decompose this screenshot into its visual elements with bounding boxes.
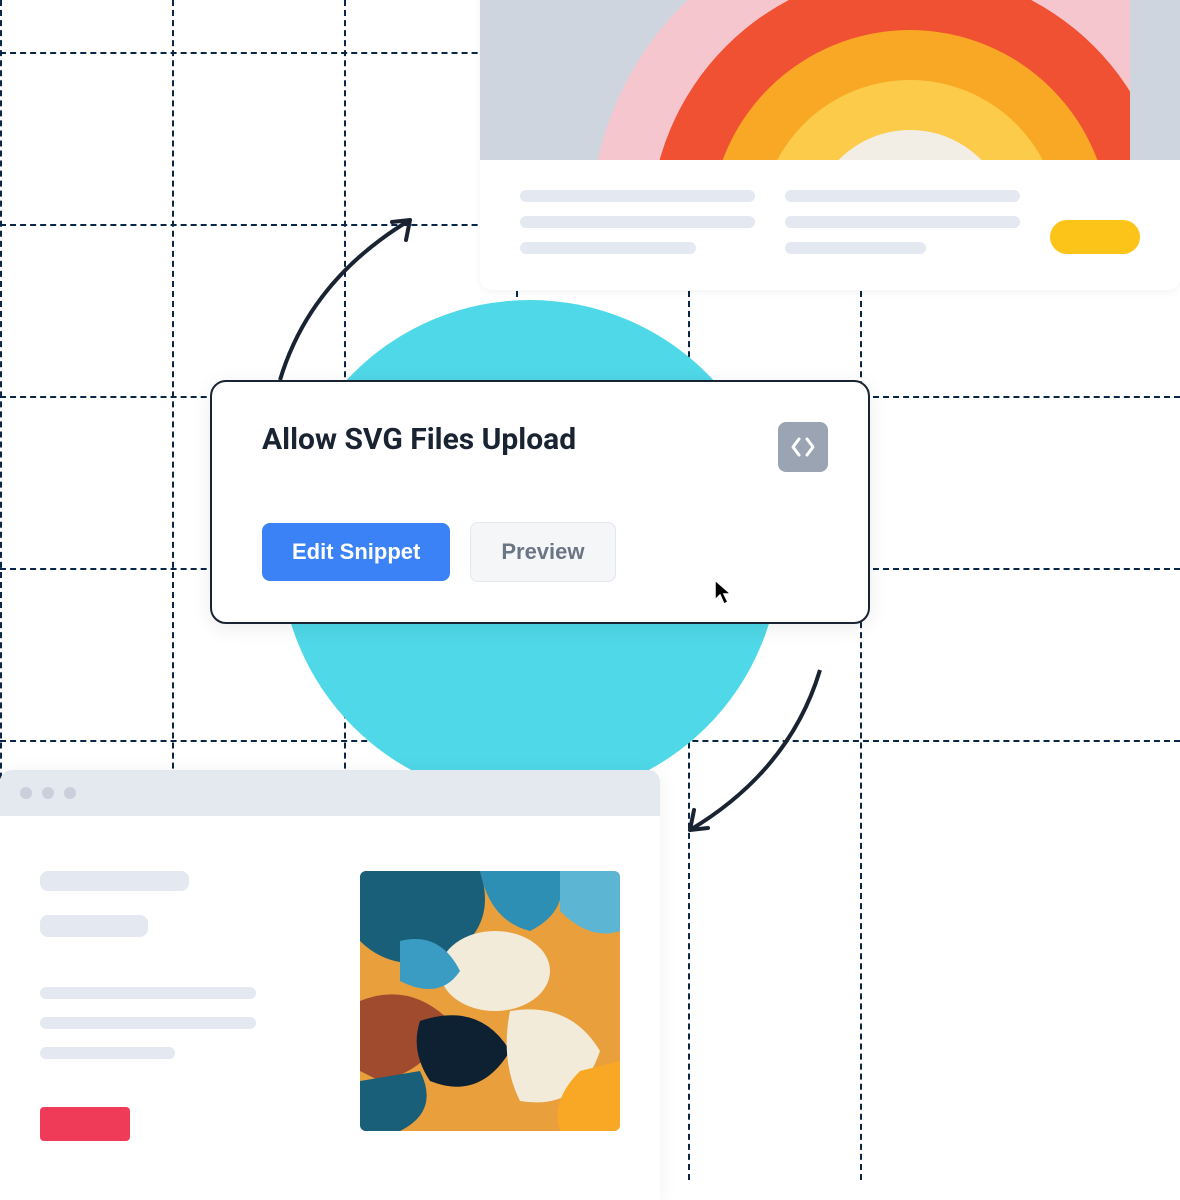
placeholder-line xyxy=(40,915,148,937)
preview-button[interactable]: Preview xyxy=(470,522,615,582)
red-button[interactable] xyxy=(40,1107,130,1141)
placeholder-line xyxy=(785,242,926,254)
code-icon xyxy=(778,422,828,472)
placeholder-line xyxy=(785,216,1020,228)
abstract-artwork xyxy=(360,871,620,1131)
rainbow-artwork xyxy=(480,0,1180,160)
window-titlebar xyxy=(0,770,660,816)
card-title: Allow SVG Files Upload xyxy=(262,422,576,457)
placeholder-line xyxy=(40,871,189,891)
placeholder-line xyxy=(40,987,256,999)
placeholder-line xyxy=(520,242,696,254)
preview-window-top xyxy=(480,0,1180,290)
placeholder-line xyxy=(785,190,1020,202)
cursor-icon xyxy=(713,578,735,606)
snippet-card: Allow SVG Files Upload Edit Snippet Prev… xyxy=(210,380,870,624)
edit-snippet-button[interactable]: Edit Snippet xyxy=(262,523,450,581)
yellow-pill-button[interactable] xyxy=(1050,220,1140,254)
window-control-dot xyxy=(42,787,54,799)
placeholder-line xyxy=(40,1047,175,1059)
placeholder-line xyxy=(40,1017,256,1029)
window-control-dot xyxy=(64,787,76,799)
preview-window-bottom xyxy=(0,770,660,1200)
window-control-dot xyxy=(20,787,32,799)
placeholder-line xyxy=(520,216,755,228)
placeholder-line xyxy=(520,190,755,202)
